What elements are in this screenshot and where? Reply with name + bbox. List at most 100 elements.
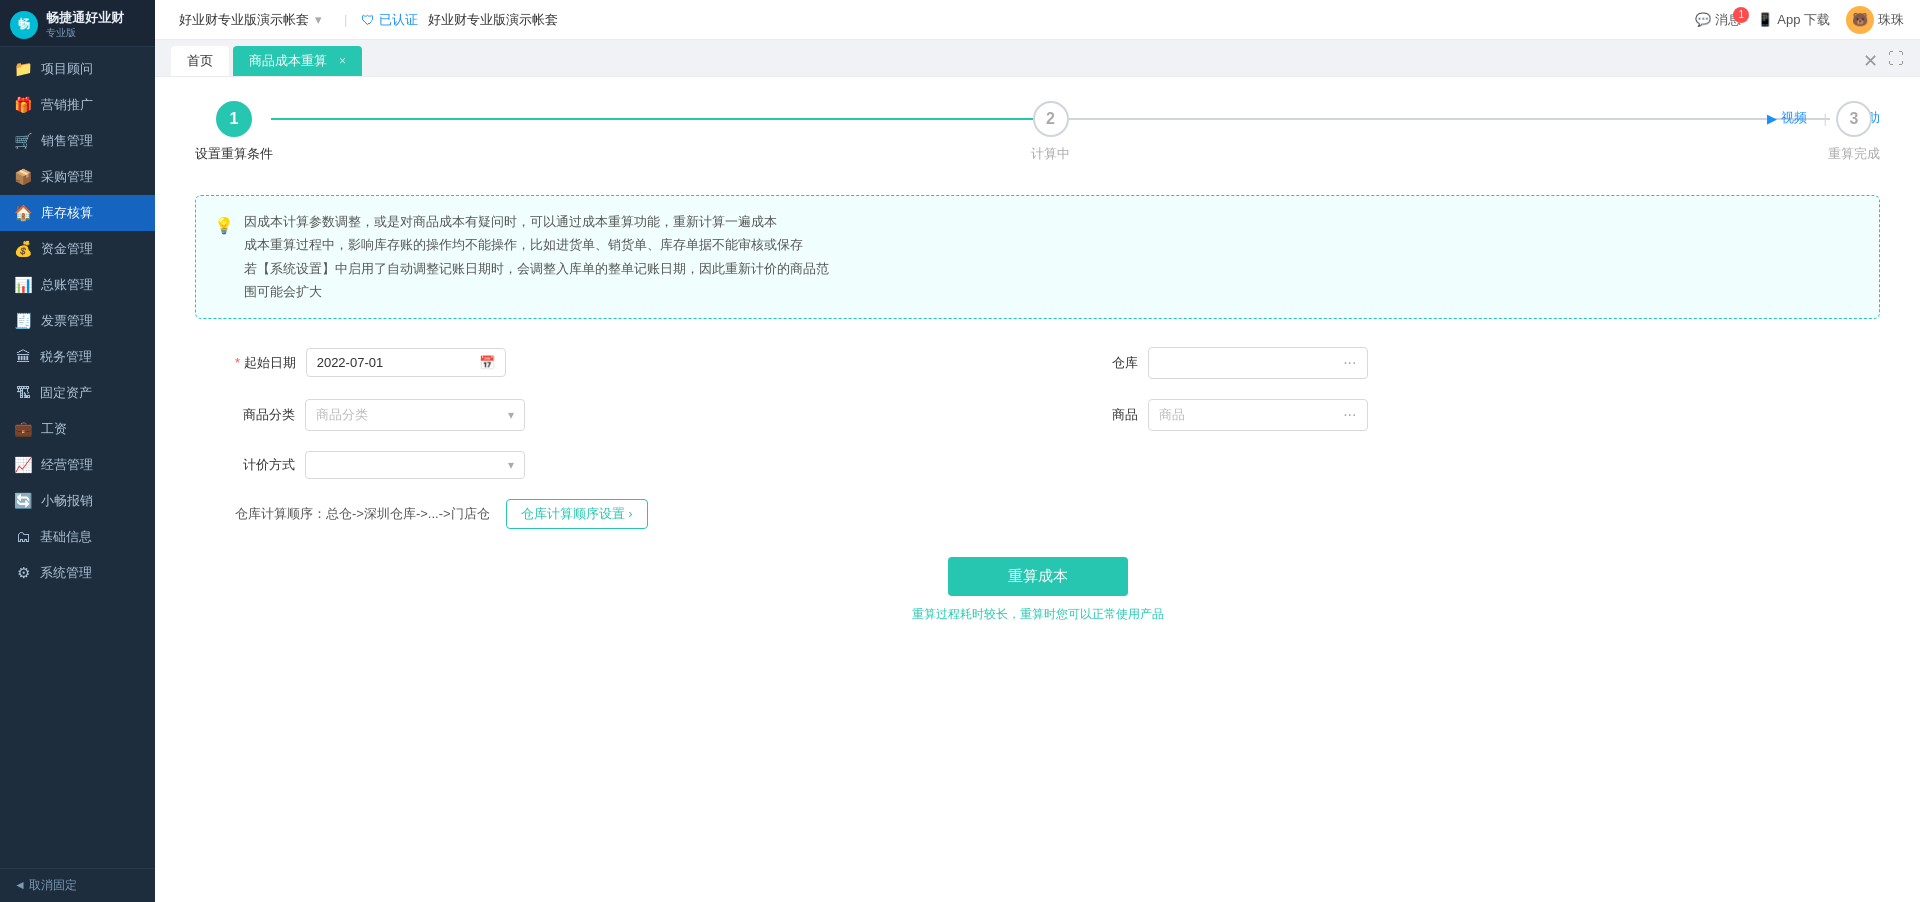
- category-select[interactable]: 商品分类 ▾: [305, 399, 525, 431]
- warehouse-input[interactable]: ···: [1148, 347, 1368, 379]
- warehouse-order-settings-button[interactable]: 仓库计算顺序设置 ›: [506, 499, 648, 529]
- category-field: 商品分类 商品分类 ▾: [235, 399, 998, 431]
- tab-close-icon[interactable]: ×: [339, 54, 346, 68]
- purchase-icon: 📦: [14, 168, 33, 186]
- app-download-button[interactable]: 📱 App 下载: [1757, 11, 1830, 29]
- sidebar-header: 畅 畅捷通好业财 专业版: [0, 0, 155, 47]
- pricing-label: 计价方式: [235, 456, 295, 474]
- sidebar-item-label-accounting: 总账管理: [41, 276, 93, 294]
- step-3: 3 重算完成: [1828, 101, 1880, 163]
- salary-icon: 💼: [14, 420, 33, 438]
- form-row-3: 计价方式 ▾: [235, 451, 1840, 479]
- sidebar-item-label-sales: 销售管理: [41, 132, 93, 150]
- app-download-label: App 下载: [1777, 11, 1830, 29]
- goods-input[interactable]: 商品 ···: [1148, 399, 1368, 431]
- tab-recalc[interactable]: 商品成本重算 ×: [233, 46, 362, 76]
- sidebar-item-assets[interactable]: 🏗 固定资产: [0, 375, 155, 411]
- sidebar-item-label-assets: 固定资产: [40, 384, 92, 402]
- sidebar-item-label-operation: 经营管理: [41, 456, 93, 474]
- sidebar-item-purchase[interactable]: 📦采购管理: [0, 159, 155, 195]
- start-date-label: 起始日期: [235, 354, 296, 372]
- system-icon: ⚙: [14, 564, 32, 582]
- category-placeholder: 商品分类: [316, 406, 368, 424]
- step-line-2: [1068, 118, 1830, 120]
- window-close-button[interactable]: ✕: [1863, 50, 1878, 72]
- message-badge: 1: [1733, 7, 1749, 23]
- verified-text: 已认证: [379, 11, 418, 29]
- recalc-section: 重算成本 重算过程耗时较长，重算时您可以正常使用产品: [195, 557, 1880, 623]
- sidebar-item-label-salary: 工资: [41, 420, 67, 438]
- info-line-2: 成本重算过程中，影响库存账的操作均不能操作，比如进货单、销货单、库存单据不能审核…: [244, 233, 829, 256]
- info-line-1: 因成本计算参数调整，或是对商品成本有疑问时，可以通过成本重算功能，重新计算一遍成…: [244, 210, 829, 233]
- sidebar-item-label-project: 项目顾问: [41, 60, 93, 78]
- form-section: 起始日期 2022-07-01 📅 仓库 ···: [195, 347, 1880, 529]
- sidebar-item-operation[interactable]: 📈 经营管理: [0, 447, 155, 483]
- verified-badge-area: 🛡 已认证: [361, 11, 418, 29]
- form-row-1: 起始日期 2022-07-01 📅 仓库 ···: [235, 347, 1840, 379]
- operation-icon: 📈: [14, 456, 33, 474]
- goods-field: 商品 商品 ···: [1078, 399, 1841, 431]
- calendar-icon[interactable]: 📅: [479, 355, 495, 370]
- goods-placeholder: 商品: [1159, 406, 1185, 424]
- account-selector-text: 好业财专业版演示帐套: [179, 11, 309, 29]
- warehouse-label: 仓库: [1078, 354, 1138, 372]
- sidebar-item-invoice[interactable]: 🧾发票管理: [0, 303, 155, 339]
- topbar-account-name: 好业财专业版演示帐套: [428, 11, 558, 29]
- video-link[interactable]: ▶ 视频: [1767, 109, 1807, 127]
- sidebar-footer-toggle[interactable]: ◄ 取消固定: [0, 868, 155, 902]
- page-content: 1 设置重算条件 2 计算中 3 重算完成 ▶ 视频 | ?: [155, 77, 1920, 902]
- info-line-3: 若【系统设置】中启用了自动调整记账日期时，会调整入库单的整单记账日期，因此重新计…: [244, 257, 829, 280]
- basic-icon: 🗂: [14, 528, 32, 545]
- pricing-field: 计价方式 ▾: [235, 451, 1840, 479]
- goods-label: 商品: [1078, 406, 1138, 424]
- sidebar-item-accounting[interactable]: 📊总账管理: [0, 267, 155, 303]
- step-3-label: 重算完成: [1828, 145, 1880, 163]
- sidebar: 畅 畅捷通好业财 专业版 📁 项目顾问 🎁营销推广🛒销售管理📦采购管理🏠库存核算💰资…: [0, 0, 155, 902]
- sidebar-item-salary[interactable]: 💼 工资: [0, 411, 155, 447]
- category-label: 商品分类: [235, 406, 295, 424]
- start-date-input[interactable]: 2022-07-01 📅: [306, 348, 506, 377]
- capital-icon: 💰: [14, 240, 33, 258]
- sidebar-item-basic[interactable]: 🗂基础信息: [0, 519, 155, 555]
- invoice-icon: 🧾: [14, 312, 33, 330]
- project-icon: 📁: [14, 60, 33, 78]
- sidebar-item-marketing[interactable]: 🎁营销推广: [0, 87, 155, 123]
- window-maximize-button[interactable]: ⛶: [1888, 50, 1904, 72]
- pricing-select[interactable]: ▾: [305, 451, 525, 479]
- sidebar-item-system[interactable]: ⚙系统管理: [0, 555, 155, 591]
- chevron-down-icon-category: ▾: [508, 408, 514, 422]
- app-title: 畅捷通好业财: [46, 10, 124, 26]
- sidebar-item-label-expense: 小畅报销: [41, 492, 93, 510]
- sidebar-item-project[interactable]: 📁 项目顾问: [0, 51, 155, 87]
- sidebar-item-inventory[interactable]: 🏠库存核算: [0, 195, 155, 231]
- chevron-down-icon: ▾: [315, 12, 322, 27]
- main-content: 好业财专业版演示帐套 ▾ | 🛡 已认证 好业财专业版演示帐套 💬 消息 1 📱…: [155, 0, 1920, 902]
- stepper: 1 设置重算条件 2 计算中 3 重算完成 ▶ 视频 | ?: [195, 101, 1880, 163]
- step-2-label: 计算中: [1031, 145, 1070, 163]
- sidebar-item-sales[interactable]: 🛒销售管理: [0, 123, 155, 159]
- user-avatar-area[interactable]: 🐻 珠珠: [1846, 6, 1904, 34]
- sidebar-item-label-inventory: 库存核算: [41, 204, 93, 222]
- message-icon: 💬: [1695, 12, 1711, 27]
- recalc-button[interactable]: 重算成本: [948, 557, 1128, 596]
- sidebar-item-expense[interactable]: 🔄小畅报销: [0, 483, 155, 519]
- app-logo-icon: 畅: [10, 11, 38, 39]
- account-selector[interactable]: 好业财专业版演示帐套 ▾: [171, 7, 330, 33]
- more-icon-goods[interactable]: ···: [1343, 406, 1356, 424]
- messages-button[interactable]: 💬 消息 1: [1695, 11, 1741, 29]
- topbar: 好业财专业版演示帐套 ▾ | 🛡 已认证 好业财专业版演示帐套 💬 消息 1 📱…: [155, 0, 1920, 40]
- step-2-circle: 2: [1033, 101, 1069, 137]
- start-date-value: 2022-07-01: [317, 355, 384, 370]
- sidebar-item-tax[interactable]: 🏛税务管理: [0, 339, 155, 375]
- info-box: 💡 因成本计算参数调整，或是对商品成本有疑问时，可以通过成本重算功能，重新计算一…: [195, 195, 1880, 319]
- topbar-divider: |: [344, 12, 347, 27]
- assets-icon: 🏗: [14, 384, 32, 401]
- tab-home-label: 首页: [187, 53, 213, 68]
- step-2: 2 计算中: [1031, 101, 1070, 163]
- recalc-hint: 重算过程耗时较长，重算时您可以正常使用产品: [195, 606, 1880, 623]
- step-1: 1 设置重算条件: [195, 101, 273, 163]
- tab-home[interactable]: 首页: [171, 46, 229, 76]
- tab-recalc-label: 商品成本重算: [249, 52, 327, 70]
- sidebar-item-capital[interactable]: 💰资金管理: [0, 231, 155, 267]
- more-icon-warehouse[interactable]: ···: [1343, 354, 1356, 372]
